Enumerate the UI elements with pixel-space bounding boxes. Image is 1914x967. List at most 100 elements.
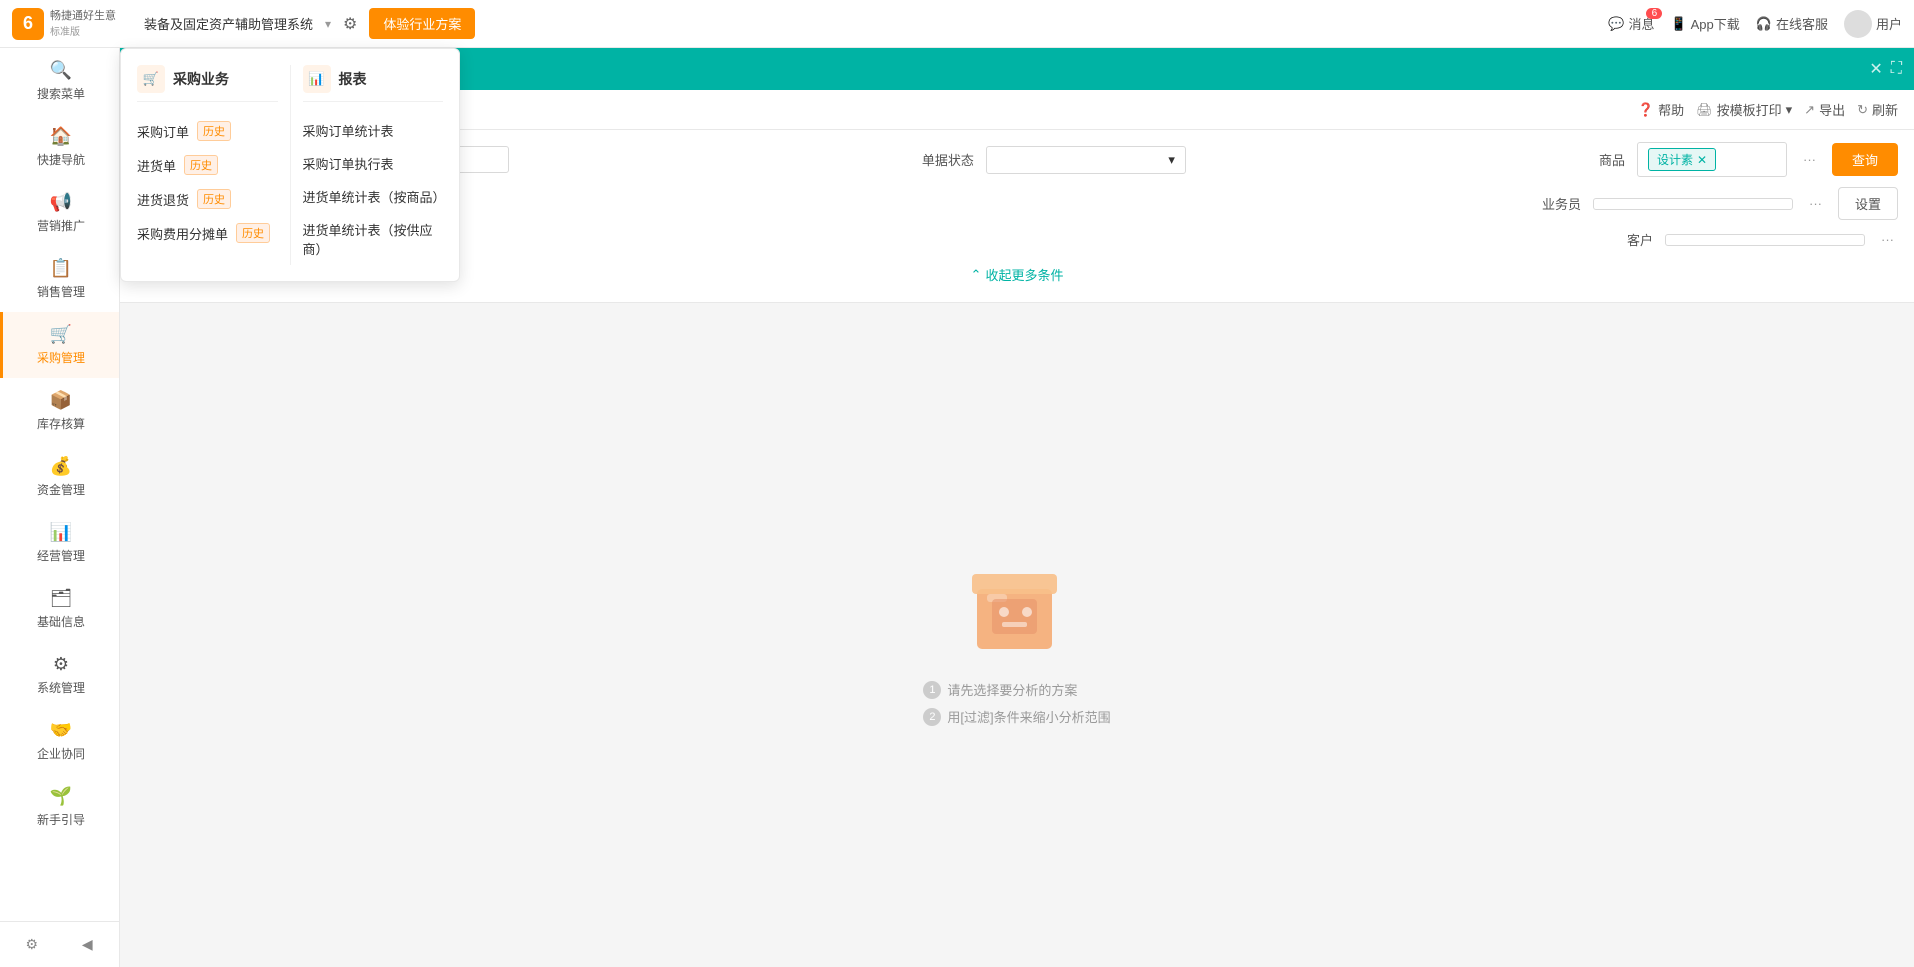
home-icon: 🏠 (50, 126, 72, 147)
menu-divider (290, 65, 291, 265)
tab-bar-right: ✕ ⛶ (1869, 59, 1902, 79)
finance-icon: 💰 (50, 456, 72, 477)
menu-item-goods-in-stats-by-supplier[interactable]: 进货单统计表（按供应商） (303, 213, 444, 265)
logo-text: 畅捷通好生意 (50, 9, 116, 23)
system-name: 装备及固定资产辅助管理系统 (144, 14, 313, 33)
basic-icon: 🗂 (50, 588, 73, 609)
sidebar-collapse-button[interactable]: ◀ (64, 930, 112, 959)
sidebar-item-enterprise[interactable]: 🤝 企业协同 (0, 708, 119, 774)
message-icon: 💬 (1608, 16, 1624, 32)
refresh-icon: ↻ (1857, 102, 1868, 118)
purchase-col-header: 🛒 采购业务 (137, 65, 278, 102)
sidebar-item-operations[interactable]: 📊 经营管理 (0, 510, 119, 576)
sidebar-item-system[interactable]: ⚙ 系统管理 (0, 642, 119, 708)
purchase-col: 🛒 采购业务 采购订单 历史 进货单 历史 进货退货 历史 采购费用分摊单 历史 (137, 65, 278, 265)
order-status-input[interactable]: ▾ (986, 146, 1186, 174)
menu-item-purchase-order[interactable]: 采购订单 历史 (137, 114, 278, 148)
message-badge: 6 (1646, 8, 1662, 19)
sidebar-item-basic[interactable]: 🗂 基础信息 (0, 576, 119, 642)
history-badge-0: 历史 (197, 121, 231, 141)
hint-num-2: 2 (923, 708, 941, 726)
report-col-header: 📊 报表 (303, 65, 444, 102)
empty-illustration (957, 544, 1077, 664)
tab-maximize-icon[interactable]: ⛶ (1891, 60, 1902, 78)
report-col-title: 报表 (339, 69, 367, 89)
goods-tag: 设计素 ✕ (1648, 148, 1716, 171)
hint-num-1: 1 (923, 681, 941, 699)
print-button[interactable]: 🖨 按模板打印 ▾ (1696, 100, 1792, 119)
salesman-input[interactable] (1593, 198, 1793, 210)
phone-icon: 📱 (1670, 16, 1686, 32)
help-icon: ❓ (1638, 102, 1654, 118)
history-badge-1: 历史 (184, 155, 218, 175)
sidebar-item-purchase[interactable]: 🛒 采购管理 (0, 312, 119, 378)
report-col-icon: 📊 (303, 65, 331, 93)
sidebar-item-inventory[interactable]: 📦 库存核算 (0, 378, 119, 444)
empty-hint-1: 1 请先选择要分析的方案 (923, 680, 1110, 699)
sidebar-settings-button[interactable]: ⚙ (8, 930, 56, 959)
system-dropdown-icon[interactable]: ▾ (325, 17, 331, 31)
tab-close-window-icon[interactable]: ✕ (1869, 59, 1882, 79)
menu-item-purchase-order-stats[interactable]: 采购订单统计表 (303, 114, 444, 147)
menu-item-purchase-order-exec[interactable]: 采购订单执行表 (303, 147, 444, 180)
sales-icon: 📋 (50, 258, 72, 279)
logo-area: 6 畅捷通好生意 标准版 (12, 8, 132, 40)
customer-more-btn[interactable]: ··· (1877, 232, 1898, 247)
purchase-icon: 🛒 (50, 324, 72, 345)
app-download-button[interactable]: 📱 App下载 (1670, 14, 1739, 33)
goods-tag-remove[interactable]: ✕ (1697, 153, 1707, 167)
enterprise-icon: 🤝 (50, 720, 72, 741)
export-icon: ↗ (1804, 102, 1815, 118)
purchase-dropdown-menu: 🛒 采购业务 采购订单 历史 进货单 历史 进货退货 历史 采购费用分摊单 历史 (120, 48, 460, 282)
logo-icon: 6 (12, 8, 44, 40)
customer-input[interactable] (1665, 234, 1865, 246)
online-service-button[interactable]: 🎧 在线客服 (1756, 14, 1828, 33)
print-icon: 🖨 (1696, 102, 1713, 118)
menu-item-goods-in[interactable]: 进货单 历史 (137, 148, 278, 182)
menu-item-goods-in-stats-by-goods[interactable]: 进货单统计表（按商品） (303, 180, 444, 213)
top-bar: 6 畅捷通好生意 标准版 装备及固定资产辅助管理系统 ▾ ⚙ 体验行业方案 💬 … (0, 0, 1914, 48)
top-middle: 装备及固定资产辅助管理系统 ▾ ⚙ 体验行业方案 (132, 8, 1608, 39)
salesman-more-btn[interactable]: ··· (1805, 196, 1826, 211)
user-menu[interactable]: 用户 (1844, 10, 1902, 38)
empty-text: 1 请先选择要分析的方案 2 用[过滤]条件来缩小分析范围 (923, 680, 1110, 726)
sidebar-item-finance[interactable]: 💰 资金管理 (0, 444, 119, 510)
sidebar-bottom: ⚙ ◀ (0, 921, 119, 967)
collapse-button[interactable]: ⌃ 收起更多条件 (971, 259, 1064, 290)
headset-icon: 🎧 (1756, 16, 1772, 32)
sidebar-item-quick-nav[interactable]: 🏠 快捷导航 (0, 114, 119, 180)
help-button[interactable]: ❓ 帮助 (1638, 100, 1684, 119)
refresh-button[interactable]: ↻ 刷新 (1857, 100, 1898, 119)
goods-label: 商品 (1599, 150, 1625, 169)
purchase-col-title: 采购业务 (173, 69, 229, 89)
empty-hint-2: 2 用[过滤]条件来缩小分析范围 (923, 707, 1110, 726)
sidebar: 🔍 搜索菜单 🏠 快捷导航 📢 营销推广 📋 销售管理 🛒 采购管理 📦 (0, 48, 120, 967)
settings-button[interactable]: 设置 (1838, 187, 1898, 220)
print-dropdown-icon[interactable]: ▾ (1786, 102, 1793, 118)
industry-button[interactable]: 体验行业方案 (369, 8, 475, 39)
sidebar-item-marketing[interactable]: 📢 营销推广 (0, 180, 119, 246)
history-badge-2: 历史 (197, 189, 231, 209)
topbar-settings-icon[interactable]: ⚙ (343, 14, 357, 34)
export-button[interactable]: ↗ 导出 (1804, 100, 1845, 119)
purchase-col-icon: 🛒 (137, 65, 165, 93)
goods-input[interactable]: 设计素 ✕ (1637, 142, 1787, 177)
menu-item-goods-return[interactable]: 进货退货 历史 (137, 182, 278, 216)
query-button[interactable]: 查询 (1832, 143, 1898, 176)
logo-sub: 标准版 (50, 23, 116, 38)
empty-state: 1 请先选择要分析的方案 2 用[过滤]条件来缩小分析范围 (923, 544, 1110, 726)
menu-item-purchase-expense[interactable]: 采购费用分摊单 历史 (137, 216, 278, 250)
sidebar-item-newbie[interactable]: 🌱 新手引导 (0, 774, 119, 840)
operations-icon: 📊 (50, 522, 72, 543)
customer-label: 客户 (1627, 230, 1653, 249)
empty-svg (957, 544, 1077, 664)
inventory-icon: 📦 (50, 390, 72, 411)
goods-more-btn[interactable]: ··· (1799, 152, 1820, 167)
newbie-icon: 🌱 (50, 786, 72, 807)
collapse-up-icon: ⌃ (971, 267, 982, 283)
system-icon: ⚙ (53, 654, 69, 675)
messages-button[interactable]: 💬 消息 6 (1608, 14, 1654, 33)
sidebar-item-search[interactable]: 🔍 搜索菜单 (0, 48, 119, 114)
sidebar-item-sales[interactable]: 📋 销售管理 (0, 246, 119, 312)
avatar (1844, 10, 1872, 38)
